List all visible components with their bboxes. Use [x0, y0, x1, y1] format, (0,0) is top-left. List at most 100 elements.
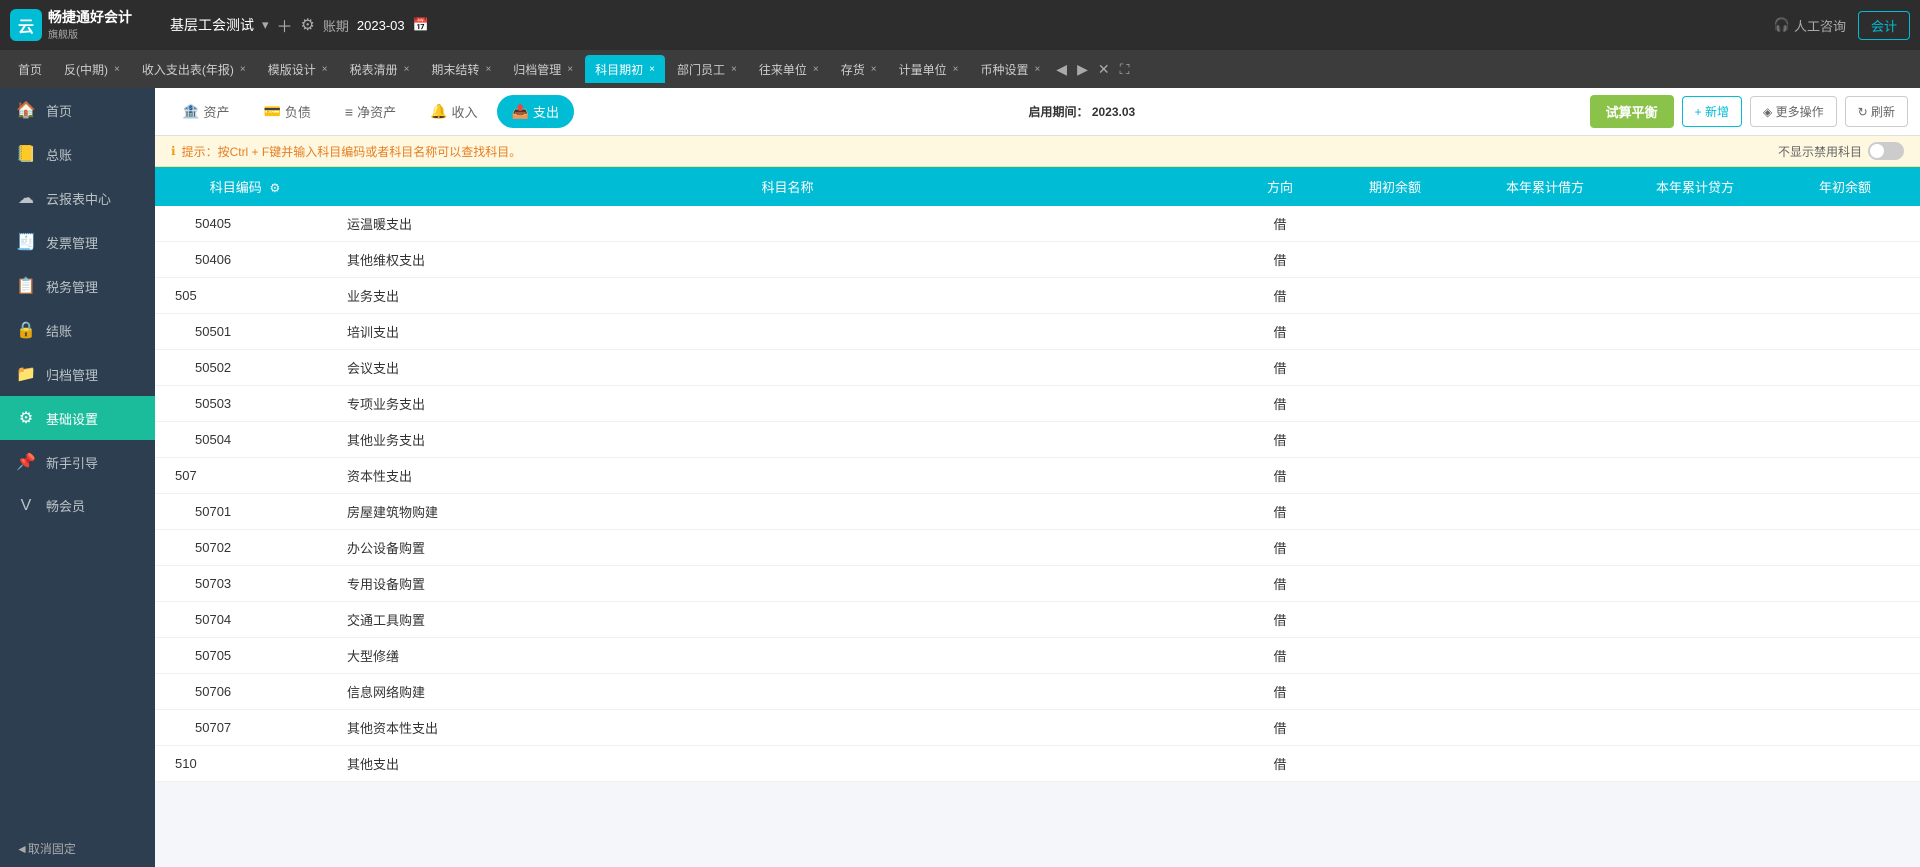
sidebar-item-close[interactable]: 🔒 结账 [0, 308, 155, 352]
cell-name: 其他业务支出 [335, 422, 1240, 458]
cell-credit [1620, 314, 1770, 350]
subtab-expense[interactable]: 📤 支出 [497, 95, 574, 128]
cell-name: 大型修缮 [335, 638, 1240, 674]
tab-period-close[interactable]: 期末结转 × [421, 55, 501, 83]
tab-close-icon[interactable]: × [731, 64, 737, 75]
table-row[interactable]: 507 资本性支出 借 [155, 458, 1920, 494]
table-row[interactable]: 50701 房屋建筑物购建 借 [155, 494, 1920, 530]
table-row[interactable]: 50503 专项业务支出 借 [155, 386, 1920, 422]
tab-close-icon[interactable]: × [485, 64, 491, 75]
cell-code: 50704 [155, 602, 335, 638]
period-label: 账期 [323, 16, 349, 35]
table-row[interactable]: 50706 信息网络购建 借 [155, 674, 1920, 710]
table-row[interactable]: 505 业务支出 借 [155, 278, 1920, 314]
account-button[interactable]: 会计 [1858, 11, 1910, 40]
tab-close-all-btn[interactable]: ✕ [1094, 59, 1114, 80]
tab-close-icon[interactable]: × [114, 64, 120, 75]
tab-annual[interactable]: 收入支出表(年报) × [132, 55, 256, 83]
tab-close-icon[interactable]: × [322, 64, 328, 75]
new-button[interactable]: + 新增 [1682, 96, 1742, 127]
table-row[interactable]: 50504 其他业务支出 借 [155, 422, 1920, 458]
tab-next-btn[interactable]: ▶ [1073, 59, 1092, 80]
table-row[interactable]: 50702 办公设备购置 借 [155, 530, 1920, 566]
sidebar-item-cloud-report[interactable]: ☁ 云报表中心 [0, 176, 155, 220]
toggle-switch[interactable] [1868, 142, 1904, 160]
tab-close-icon[interactable]: × [649, 64, 655, 75]
col-header-code: 科目编码 ⚙ [155, 167, 335, 206]
tab-archive[interactable]: 归档管理 × [503, 55, 583, 83]
tab-prev-btn[interactable]: ◀ [1052, 59, 1071, 80]
cell-debit [1470, 458, 1620, 494]
cell-dir: 借 [1240, 422, 1320, 458]
cell-year-balance [1770, 674, 1920, 710]
tab-close-icon[interactable]: × [1034, 64, 1040, 75]
more-ops-button[interactable]: ◈ 更多操作 [1750, 96, 1837, 127]
table-row[interactable]: 50703 专用设备购置 借 [155, 566, 1920, 602]
tab-close-icon[interactable]: × [240, 64, 246, 75]
tab-subject-init[interactable]: 科目期初 × [585, 55, 665, 83]
cell-dir: 借 [1240, 746, 1320, 782]
sidebar-item-member[interactable]: V 畅会员 [0, 484, 155, 527]
sidebar-item-guide[interactable]: 📌 新手引导 [0, 440, 155, 484]
cell-year-balance [1770, 638, 1920, 674]
sidebar-item-basic-settings[interactable]: ⚙ 基础设置 [0, 396, 155, 440]
cell-code: 50502 [155, 350, 335, 386]
tab-close-icon[interactable]: × [953, 64, 959, 75]
cell-code: 50707 [155, 710, 335, 746]
cell-credit [1620, 494, 1770, 530]
tab-inventory[interactable]: 存货 × [831, 55, 887, 83]
hide-disabled-toggle[interactable]: 不显示禁用科目 [1778, 142, 1904, 160]
cell-code: 50702 [155, 530, 335, 566]
subtab-net-asset[interactable]: ≡ 净资产 [330, 95, 411, 128]
tab-close-icon[interactable]: × [813, 64, 819, 75]
refresh-button[interactable]: ↻ 刷新 [1845, 96, 1908, 127]
tab-currency[interactable]: 币种设置 × [970, 55, 1050, 83]
add-company-btn[interactable]: ＋ [277, 13, 293, 37]
tab-mid[interactable]: 反(中期) × [54, 55, 130, 83]
subtab-liability[interactable]: 💳 负债 [248, 95, 325, 128]
table-row[interactable]: 50501 培训支出 借 [155, 314, 1920, 350]
sidebar-item-tax[interactable]: 📋 税务管理 [0, 264, 155, 308]
tip-text: ℹ 提示：按Ctrl + F键并输入科目编码或者科目名称可以查找科目。 [171, 143, 521, 160]
tab-tax[interactable]: 税表清册 × [340, 55, 420, 83]
tab-close-icon[interactable]: × [404, 64, 410, 75]
calendar-icon[interactable]: 📅 [413, 17, 429, 33]
table-row[interactable]: 50707 其他资本性支出 借 [155, 710, 1920, 746]
column-settings-icon[interactable]: ⚙ [269, 181, 280, 195]
sidebar-item-archive[interactable]: 📁 归档管理 [0, 352, 155, 396]
company-dropdown-icon[interactable]: ▾ [262, 17, 269, 33]
table-row[interactable]: 50705 大型修缮 借 [155, 638, 1920, 674]
sidebar-item-invoice[interactable]: 🧾 发票管理 [0, 220, 155, 264]
cell-credit [1620, 386, 1770, 422]
table-row[interactable]: 50502 会议支出 借 [155, 350, 1920, 386]
tab-home[interactable]: 首页 [8, 55, 52, 83]
subtab-asset[interactable]: 🏦 资产 [167, 95, 244, 128]
company-settings-icon[interactable]: ⚙ [301, 15, 315, 35]
calc-balance-button[interactable]: 试算平衡 [1590, 95, 1674, 128]
cell-debit [1470, 242, 1620, 278]
tab-measure[interactable]: 计量单位 × [889, 55, 969, 83]
sidebar-item-ledger[interactable]: 📒 总账 [0, 132, 155, 176]
table-row[interactable]: 50406 其他维权支出 借 [155, 242, 1920, 278]
table-row[interactable]: 50405 运温暖支出 借 [155, 206, 1920, 242]
sidebar-item-home[interactable]: 🏠 首页 [0, 88, 155, 132]
cell-name: 交通工具购置 [335, 602, 1240, 638]
table-row[interactable]: 50704 交通工具购置 借 [155, 602, 1920, 638]
col-header-year-balance: 年初余额 [1770, 167, 1920, 206]
sidebar-pin-btn[interactable]: ◄取消固定 [0, 830, 155, 867]
cell-dir: 借 [1240, 710, 1320, 746]
cell-code: 507 [155, 458, 335, 494]
tab-dept-staff[interactable]: 部门员工 × [667, 55, 747, 83]
cell-name: 运温暖支出 [335, 206, 1240, 242]
tab-close-icon[interactable]: × [871, 64, 877, 75]
help-link[interactable]: 🎧 人工咨询 [1774, 16, 1846, 35]
cell-dir: 借 [1240, 206, 1320, 242]
table-container[interactable]: 科目编码 ⚙ 科目名称 方向 期初余额 本年累计借方 本年累计贷方 年初余额 5… [155, 167, 1920, 867]
tab-contacts[interactable]: 往来单位 × [749, 55, 829, 83]
tab-template[interactable]: 模版设计 × [258, 55, 338, 83]
cell-dir: 借 [1240, 602, 1320, 638]
tab-close-icon[interactable]: × [567, 64, 573, 75]
table-row[interactable]: 510 其他支出 借 [155, 746, 1920, 782]
subtab-income[interactable]: 🔔 收入 [415, 95, 492, 128]
tab-expand-btn[interactable]: ⛶ [1116, 59, 1134, 80]
